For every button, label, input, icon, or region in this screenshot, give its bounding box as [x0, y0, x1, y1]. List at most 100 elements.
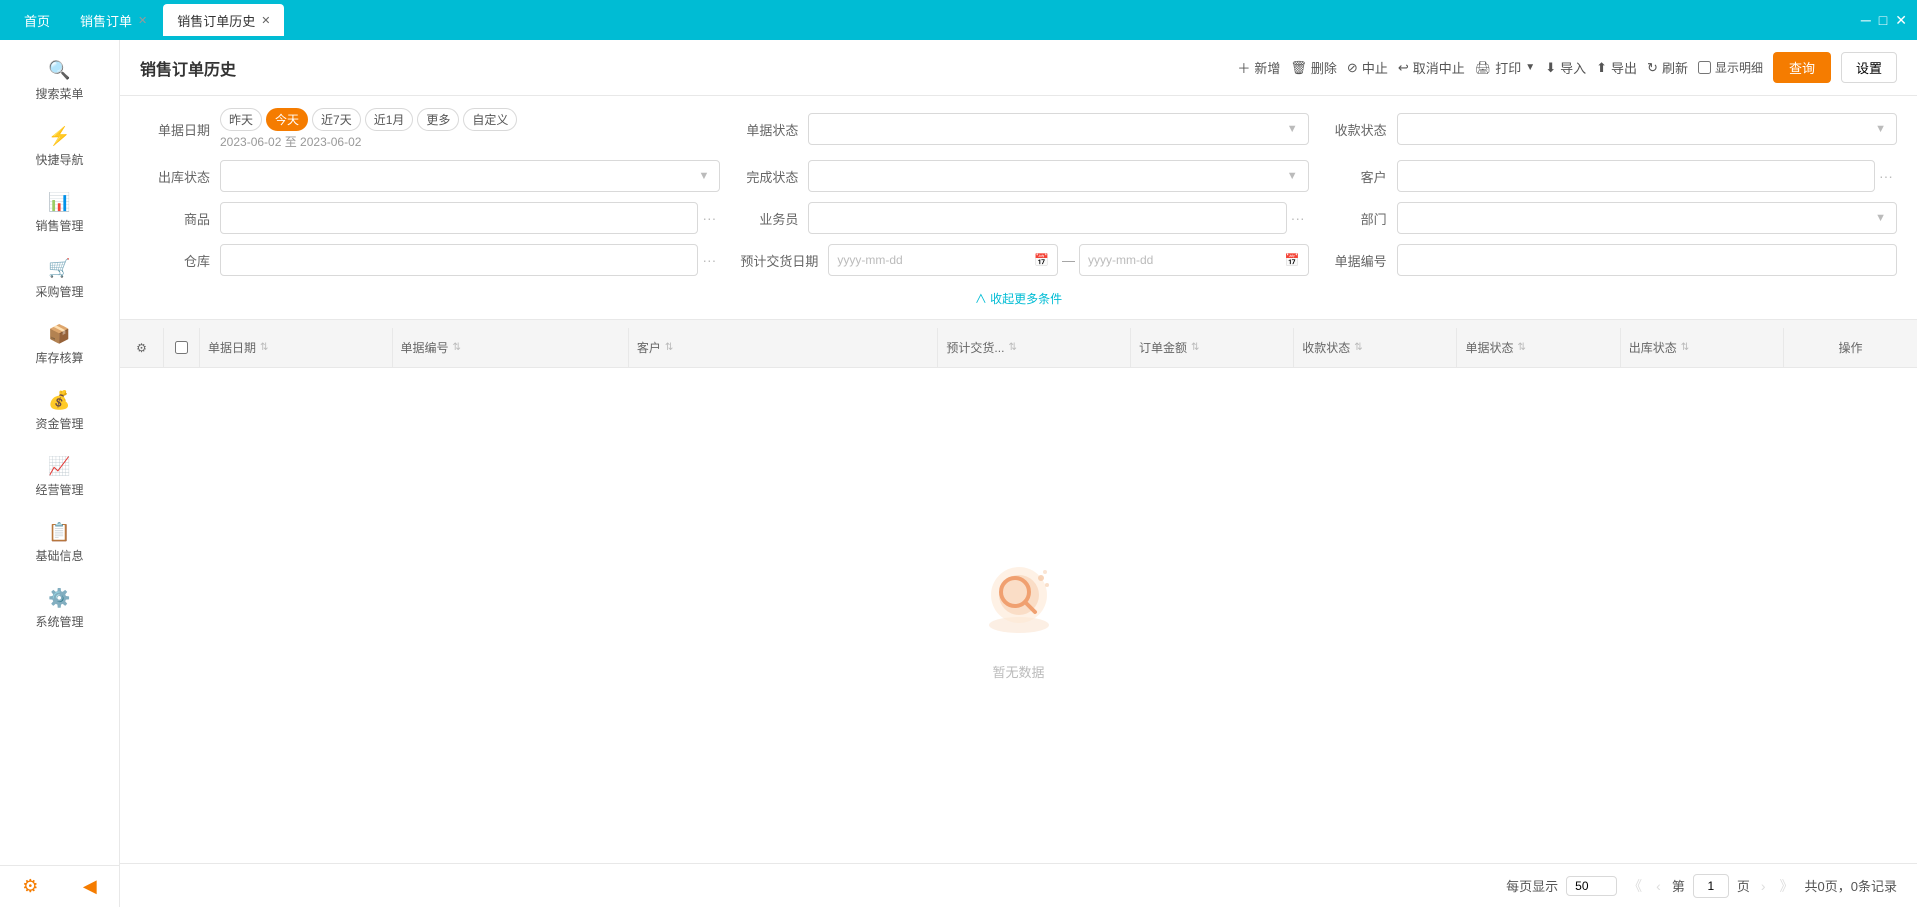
delivery-date-end[interactable]: yyyy-mm-dd 📅 [1079, 244, 1309, 276]
import-label: 导入 [1560, 58, 1586, 77]
new-button[interactable]: ＋ 新增 [1237, 58, 1280, 77]
sidebar-item-finance[interactable]: 💰 资金管理 [0, 378, 119, 444]
col-docno[interactable]: 单据编号 ⇅ [393, 328, 629, 367]
salesperson-input[interactable] [808, 202, 1286, 234]
doc-no-input[interactable] [1397, 244, 1897, 276]
print-icon: 🖨 [1475, 60, 1492, 76]
col-out-status[interactable]: 出库状态 ⇅ [1621, 328, 1784, 367]
warehouse-dots-icon[interactable]: ··· [698, 252, 720, 268]
date-btn-7days[interactable]: 近7天 [312, 108, 361, 131]
date-buttons: 昨天 今天 近7天 近1月 更多 自定义 [220, 108, 720, 131]
toolbar: ＋ 新增 🗑 删除 ⊘ 中止 ↩ 取消中止 🖨 打印 [1237, 52, 1897, 83]
sidebar-item-purchase-mgmt[interactable]: 🛒 采购管理 [0, 246, 119, 312]
date-btn-1month[interactable]: 近1月 [365, 108, 414, 131]
maximize-icon[interactable]: □ [1879, 12, 1887, 28]
out-status-select[interactable]: ▼ [220, 160, 720, 192]
filter-cell-salesperson: 业务员 ··· [728, 202, 1308, 234]
prev-page-icon[interactable]: ‹ [1653, 878, 1664, 894]
date-btn-yesterday[interactable]: 昨天 [220, 108, 262, 131]
customer-input[interactable] [1397, 160, 1875, 192]
sidebar-collapse-icon[interactable]: ◀ [83, 876, 97, 897]
col-settings[interactable]: ⚙ [120, 328, 164, 367]
sidebar-item-quick-nav[interactable]: ⚡ 快捷导航 [0, 114, 119, 180]
tab-home-label: 首页 [24, 11, 50, 30]
sidebar-item-operations[interactable]: 📈 经营管理 [0, 444, 119, 510]
goods-label: 商品 [140, 209, 220, 228]
filter-row-4: 仓库 ··· 预计交货日期 yyyy-mm-dd 📅 — yyyy-mm-dd … [140, 244, 1897, 276]
delete-button[interactable]: 🗑 删除 [1290, 58, 1337, 77]
sidebar-item-search-menu[interactable]: 🔍 搜索菜单 [0, 48, 119, 114]
goods-dots-icon[interactable]: ··· [698, 210, 720, 226]
pay-status-label: 收款状态 [1317, 120, 1397, 139]
complete-status-select[interactable]: ▼ [808, 160, 1308, 192]
warehouse-input[interactable] [220, 244, 698, 276]
tab-home[interactable]: 首页 [10, 4, 64, 36]
pay-status-select[interactable]: ▼ [1397, 113, 1897, 145]
sidebar-item-system[interactable]: ⚙️ 系统管理 [0, 576, 119, 642]
tab-sales-order-history-close[interactable]: ✕ [261, 14, 270, 27]
show-detail-checkbox-label[interactable]: 显示明细 [1698, 59, 1763, 76]
new-label: 新增 [1254, 58, 1280, 77]
export-icon: ⬆ [1596, 60, 1607, 76]
query-button[interactable]: 查询 [1773, 52, 1831, 83]
date-btn-today[interactable]: 今天 [266, 108, 308, 131]
sidebar-bottom: ⚙ ◀ [0, 865, 119, 907]
settings-button[interactable]: 设置 [1841, 52, 1897, 83]
stop-button[interactable]: ⊘ 中止 [1347, 58, 1388, 77]
col-doc-status[interactable]: 单据状态 ⇅ [1457, 328, 1620, 367]
content-area: 销售订单历史 ＋ 新增 🗑 删除 ⊘ 中止 ↩ 取消中止 [120, 40, 1917, 907]
col-checkbox[interactable] [164, 328, 200, 367]
col-delivery[interactable]: 预计交货... ⇅ [938, 328, 1131, 367]
filter-row-3: 商品 ··· 业务员 ··· 部门 ▼ [140, 202, 1897, 234]
date-btn-custom[interactable]: 自定义 [463, 108, 517, 131]
next-page-icon[interactable]: › [1758, 878, 1769, 894]
customer-dots-icon[interactable]: ··· [1875, 168, 1897, 184]
page-size-select[interactable]: 50 100 200 [1566, 876, 1617, 896]
import-button[interactable]: ⬇ 导入 [1545, 58, 1586, 77]
search-menu-icon: 🔍 [48, 60, 70, 81]
table-container: ⚙ 单据日期 ⇅ 单据编号 ⇅ 客户 ⇅ 预计交货... [120, 328, 1917, 907]
col-customer[interactable]: 客户 ⇅ [629, 328, 939, 367]
last-page-icon[interactable]: 》 [1777, 876, 1797, 896]
department-select[interactable]: ▼ [1397, 202, 1897, 234]
sidebar-item-sales-mgmt[interactable]: 📊 销售管理 [0, 180, 119, 246]
doc-status-select[interactable]: ▼ [808, 113, 1308, 145]
empty-text: 暂无数据 [992, 662, 1044, 681]
date-btn-more[interactable]: 更多 [417, 108, 459, 131]
delivery-date-start[interactable]: yyyy-mm-dd 📅 [828, 244, 1058, 276]
goods-input[interactable] [220, 202, 698, 234]
refresh-icon: ↻ [1647, 60, 1658, 76]
col-pay-status-sort-icon: ⇅ [1354, 342, 1362, 353]
filter-cell-customer: 客户 ··· [1317, 160, 1897, 192]
select-all-checkbox[interactable] [175, 341, 188, 354]
export-button[interactable]: ⬆ 导出 [1596, 58, 1637, 77]
tab-sales-order-close[interactable]: ✕ [138, 14, 147, 27]
show-detail-checkbox[interactable] [1698, 61, 1711, 74]
total-label: 共0页，0条记录 [1805, 876, 1897, 895]
sidebar-item-base-info[interactable]: 📋 基础信息 [0, 510, 119, 576]
refresh-button[interactable]: ↻ 刷新 [1647, 58, 1688, 77]
col-pay-status[interactable]: 收款状态 ⇅ [1294, 328, 1457, 367]
import-icon: ⬇ [1545, 60, 1556, 76]
first-page-icon[interactable]: 《 [1625, 876, 1645, 896]
refresh-label: 刷新 [1662, 58, 1688, 77]
delivery-date-end-placeholder: yyyy-mm-dd [1088, 253, 1153, 267]
complete-status-label: 完成状态 [728, 167, 808, 186]
page-number-input[interactable] [1693, 874, 1729, 898]
tab-sales-order-history[interactable]: 销售订单历史 ✕ [163, 4, 284, 36]
print-button[interactable]: 🖨 打印 ▼ [1475, 58, 1535, 77]
tab-sales-order[interactable]: 销售订单 ✕ [66, 4, 161, 36]
sidebar-item-sales-mgmt-label: 销售管理 [35, 217, 83, 234]
sidebar-item-inventory[interactable]: 📦 库存核算 [0, 312, 119, 378]
minimize-icon[interactable]: ─ [1861, 12, 1871, 28]
col-date[interactable]: 单据日期 ⇅ [200, 328, 393, 367]
sidebar-item-base-info-label: 基础信息 [35, 547, 83, 564]
sidebar-settings-icon[interactable]: ⚙ [22, 876, 38, 897]
salesperson-dots-icon[interactable]: ··· [1287, 210, 1309, 226]
filter-cell-department: 部门 ▼ [1317, 202, 1897, 234]
cancel-stop-button[interactable]: ↩ 取消中止 [1398, 58, 1465, 77]
collapse-row[interactable]: ∧ 收起更多条件 [140, 286, 1897, 307]
filter-cell-doc-status: 单据状态 ▼ [728, 113, 1308, 145]
col-amount[interactable]: 订单金额 ⇅ [1131, 328, 1294, 367]
close-window-icon[interactable]: ✕ [1895, 12, 1907, 29]
